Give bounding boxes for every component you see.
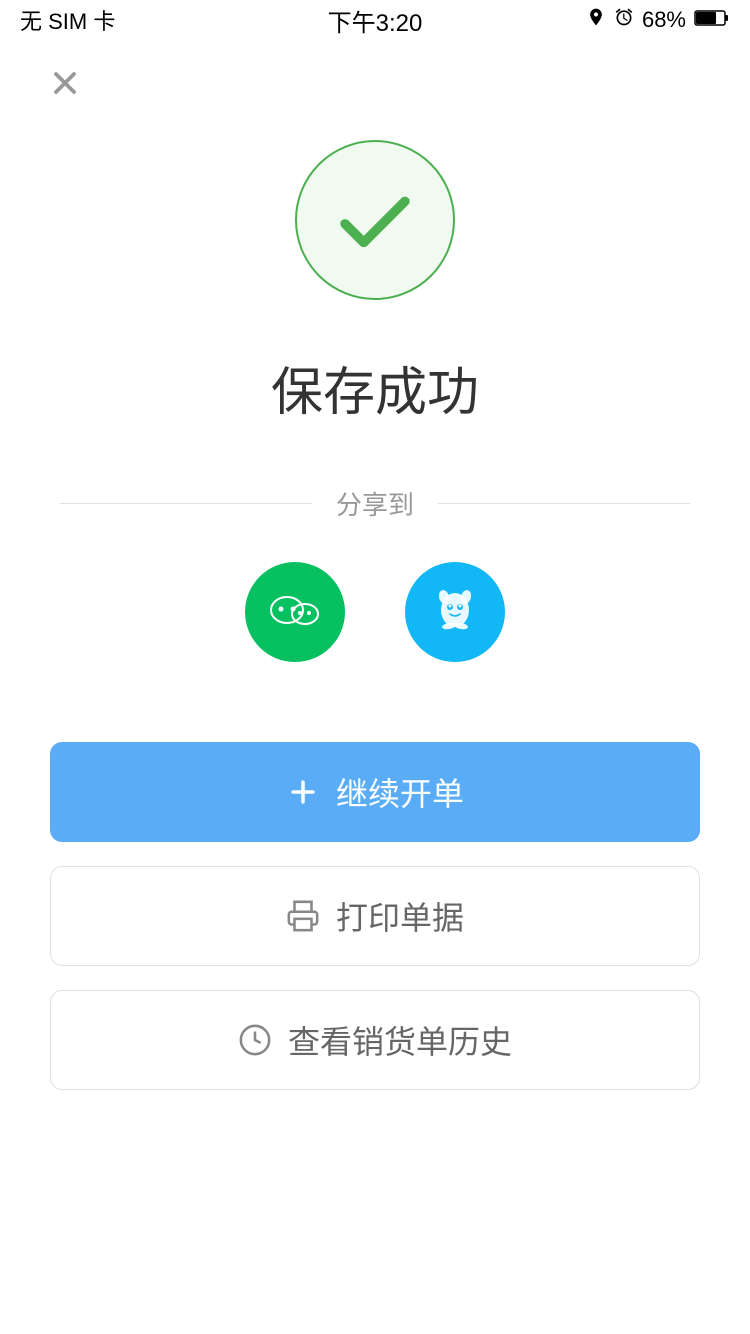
success-icon-circle: [295, 140, 455, 300]
divider-line-right: [438, 503, 690, 504]
status-time: 下午3:20: [328, 3, 423, 38]
print-label: 打印单据: [336, 893, 464, 939]
action-buttons: 继续开单 打印单据 查看销货单历史: [0, 742, 750, 1090]
success-title: 保存成功: [271, 350, 479, 425]
wechat-share-button[interactable]: [245, 562, 345, 662]
continue-button[interactable]: 继续开单: [50, 742, 700, 842]
battery-icon: [694, 7, 730, 33]
history-button[interactable]: 查看销货单历史: [50, 990, 700, 1090]
divider-line-left: [60, 503, 312, 504]
no-sim-label: 无 SIM 卡: [20, 4, 115, 36]
share-label: 分享到: [312, 485, 438, 522]
status-bar: 无 SIM 卡 下午3:20 68%: [0, 0, 750, 40]
print-button[interactable]: 打印单据: [50, 866, 700, 966]
history-label: 查看销货单历史: [288, 1017, 512, 1063]
share-icons: [245, 562, 505, 662]
status-right: 68%: [586, 7, 730, 33]
status-left: 无 SIM 卡: [20, 4, 123, 36]
share-divider: 分享到: [0, 485, 750, 522]
location-icon: [586, 7, 606, 33]
continue-label: 继续开单: [336, 769, 464, 815]
qq-share-button[interactable]: [405, 562, 505, 662]
alarm-icon: [614, 7, 634, 33]
main-content: 保存成功 分享到: [0, 40, 750, 1334]
battery-label: 68%: [642, 7, 686, 33]
close-button[interactable]: [40, 58, 90, 108]
